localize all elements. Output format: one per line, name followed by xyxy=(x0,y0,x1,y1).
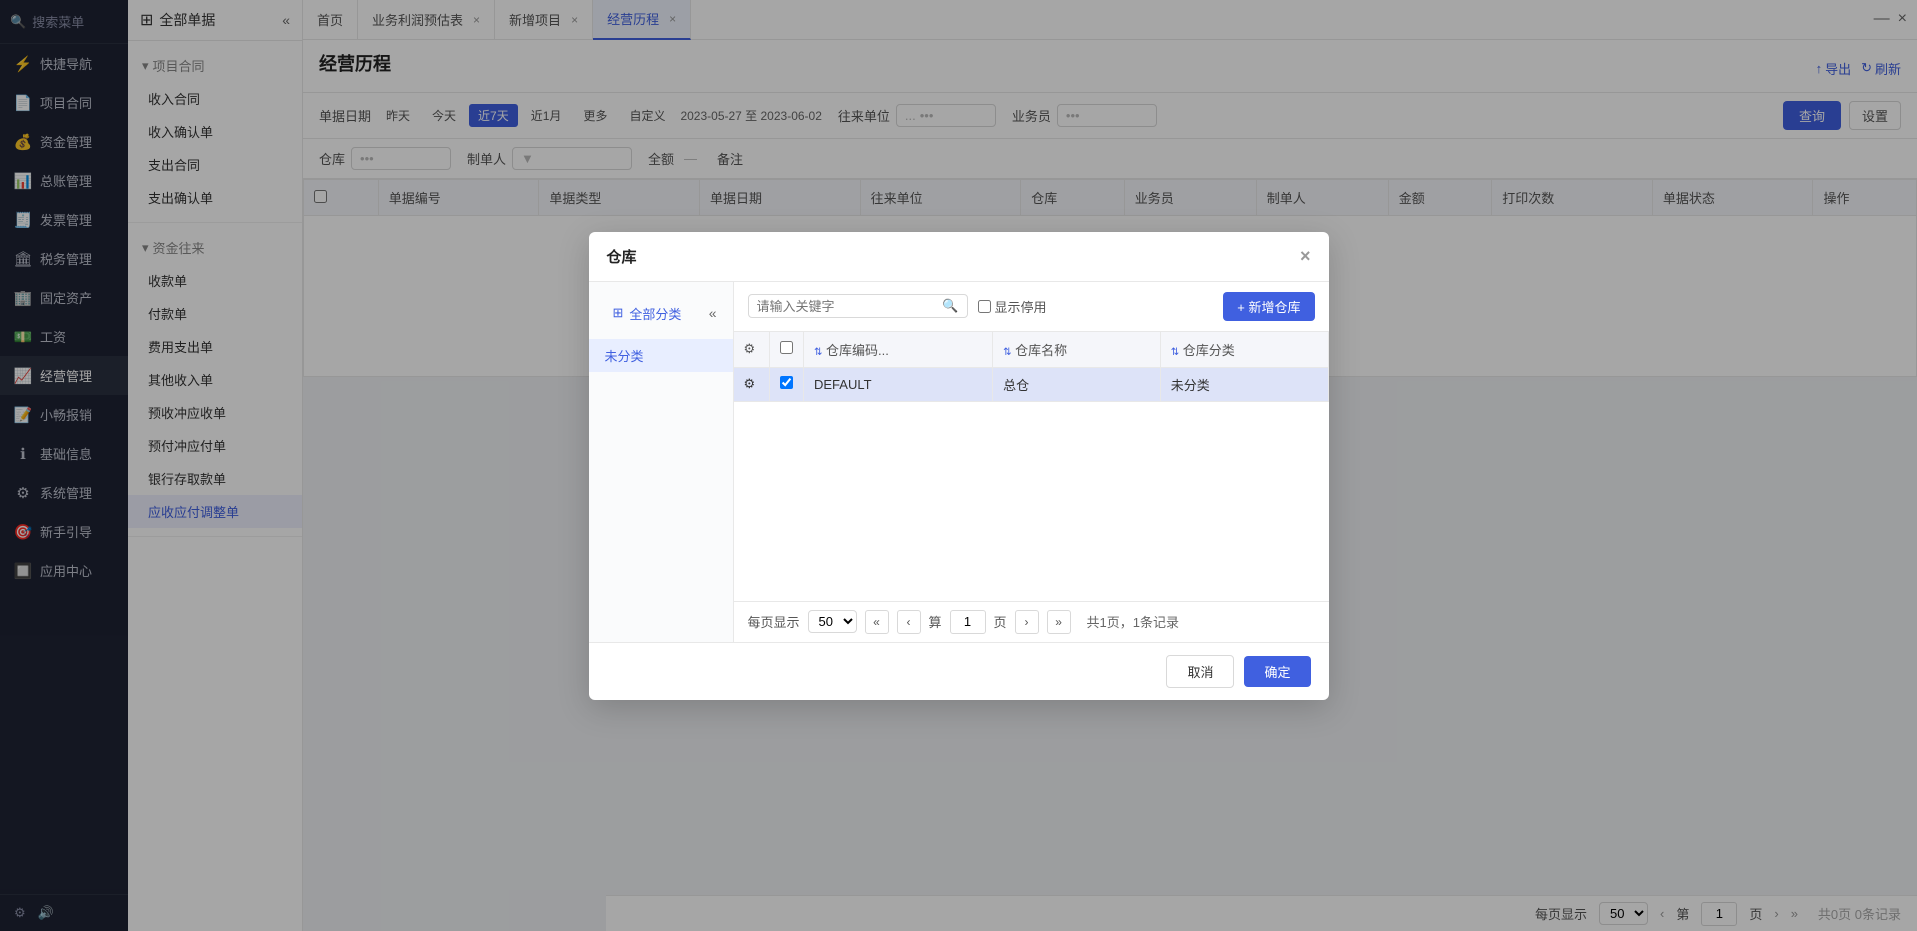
modal-first-page-btn[interactable]: « xyxy=(865,610,889,634)
modal-next-btn[interactable]: › xyxy=(1015,610,1039,634)
confirm-btn[interactable]: 确定 xyxy=(1244,656,1310,687)
modal-per-page-label: 每页显示 xyxy=(748,612,800,631)
row-settings-icon: ⚙ xyxy=(744,376,756,391)
modal-search-input[interactable] xyxy=(757,299,937,314)
modal-table-row[interactable]: ⚙ DEFAULT 总仓 未分类 xyxy=(734,367,1329,401)
settings-gear-icon: ⚙ xyxy=(744,341,756,356)
modal-col-category[interactable]: ⇅ 仓库分类 xyxy=(1160,332,1328,368)
collapse-categories-btn[interactable]: « xyxy=(705,303,721,323)
modal-warehouse-table: ⚙ ⇅ 仓库编码... ⇅ xyxy=(734,332,1329,402)
grid-small-icon: ⊞ xyxy=(613,305,624,321)
modal-prev-btn[interactable]: ‹ xyxy=(897,610,921,634)
row-name-cell: 总仓 xyxy=(993,367,1161,401)
modal-col-code[interactable]: ⇅ 仓库编码... xyxy=(804,332,993,368)
category-uncategorized[interactable]: 未分类 xyxy=(589,339,733,372)
modal-left-header: ⊞ 全部分类 « xyxy=(589,292,733,339)
categories-scroll: 未分类 xyxy=(589,339,733,632)
modal-toolbar: 🔍 显示停用 + 新增仓库 xyxy=(734,282,1329,332)
modal-overlay: 仓库 × ⊞ 全部分类 « 未分类 未找到任何经营历程 xyxy=(0,0,1917,931)
modal-col-checkbox[interactable] xyxy=(770,332,804,368)
modal-title: 仓库 xyxy=(607,246,637,267)
modal-close-icon[interactable]: × xyxy=(1300,246,1311,267)
sort-icon-name: ⇅ xyxy=(1003,347,1011,358)
modal-search-icon: 🔍 xyxy=(942,298,958,314)
modal-table-panel: 🔍 显示停用 + 新增仓库 ⚙ xyxy=(734,282,1329,642)
modal-page-size-select[interactable]: 50 xyxy=(808,610,857,633)
modal-table-wrap: ⚙ ⇅ 仓库编码... ⇅ xyxy=(734,332,1329,601)
modal-search-wrap[interactable]: 🔍 xyxy=(748,294,968,318)
modal-body: ⊞ 全部分类 « 未分类 未找到任何经营历程 xyxy=(589,282,1329,642)
modal-footer: 取消 确定 xyxy=(589,642,1329,700)
row-settings-cell[interactable]: ⚙ xyxy=(734,367,770,401)
modal-col-settings[interactable]: ⚙ xyxy=(734,332,770,368)
modal-select-all[interactable] xyxy=(780,341,793,354)
sort-icon-category: ⇅ xyxy=(1171,347,1179,358)
sort-icon-code: ⇅ xyxy=(814,347,822,358)
warehouse-modal: 仓库 × ⊞ 全部分类 « 未分类 未找到任何经营历程 xyxy=(589,232,1329,700)
modal-categories-panel: ⊞ 全部分类 « 未分类 未找到任何经营历程 xyxy=(589,282,734,642)
modal-pagination: 每页显示 50 « ‹ 算 页 › » 共1页，1条记录 xyxy=(734,601,1329,642)
row-checkbox-cell[interactable] xyxy=(770,367,804,401)
cancel-btn[interactable]: 取消 xyxy=(1166,655,1234,688)
modal-header: 仓库 × xyxy=(589,232,1329,282)
row-category-cell: 未分类 xyxy=(1160,367,1328,401)
modal-page-label: 算 xyxy=(929,612,942,631)
modal-page-input[interactable] xyxy=(950,610,986,634)
all-categories-item[interactable]: ⊞ 全部分类 xyxy=(601,298,694,329)
add-warehouse-btn[interactable]: + 新增仓库 xyxy=(1223,292,1314,321)
modal-page-suffix: 页 xyxy=(994,612,1007,631)
modal-col-name[interactable]: ⇅ 仓库名称 xyxy=(993,332,1161,368)
modal-table-header-row: ⚙ ⇅ 仓库编码... ⇅ xyxy=(734,332,1329,368)
modal-total-info: 共1页，1条记录 xyxy=(1087,612,1179,631)
row-checkbox[interactable] xyxy=(780,376,793,389)
modal-last-btn[interactable]: » xyxy=(1047,610,1071,634)
row-code-cell: DEFAULT xyxy=(804,367,993,401)
show-disabled-label[interactable]: 显示停用 xyxy=(978,297,1047,316)
show-disabled-checkbox[interactable] xyxy=(978,300,991,313)
